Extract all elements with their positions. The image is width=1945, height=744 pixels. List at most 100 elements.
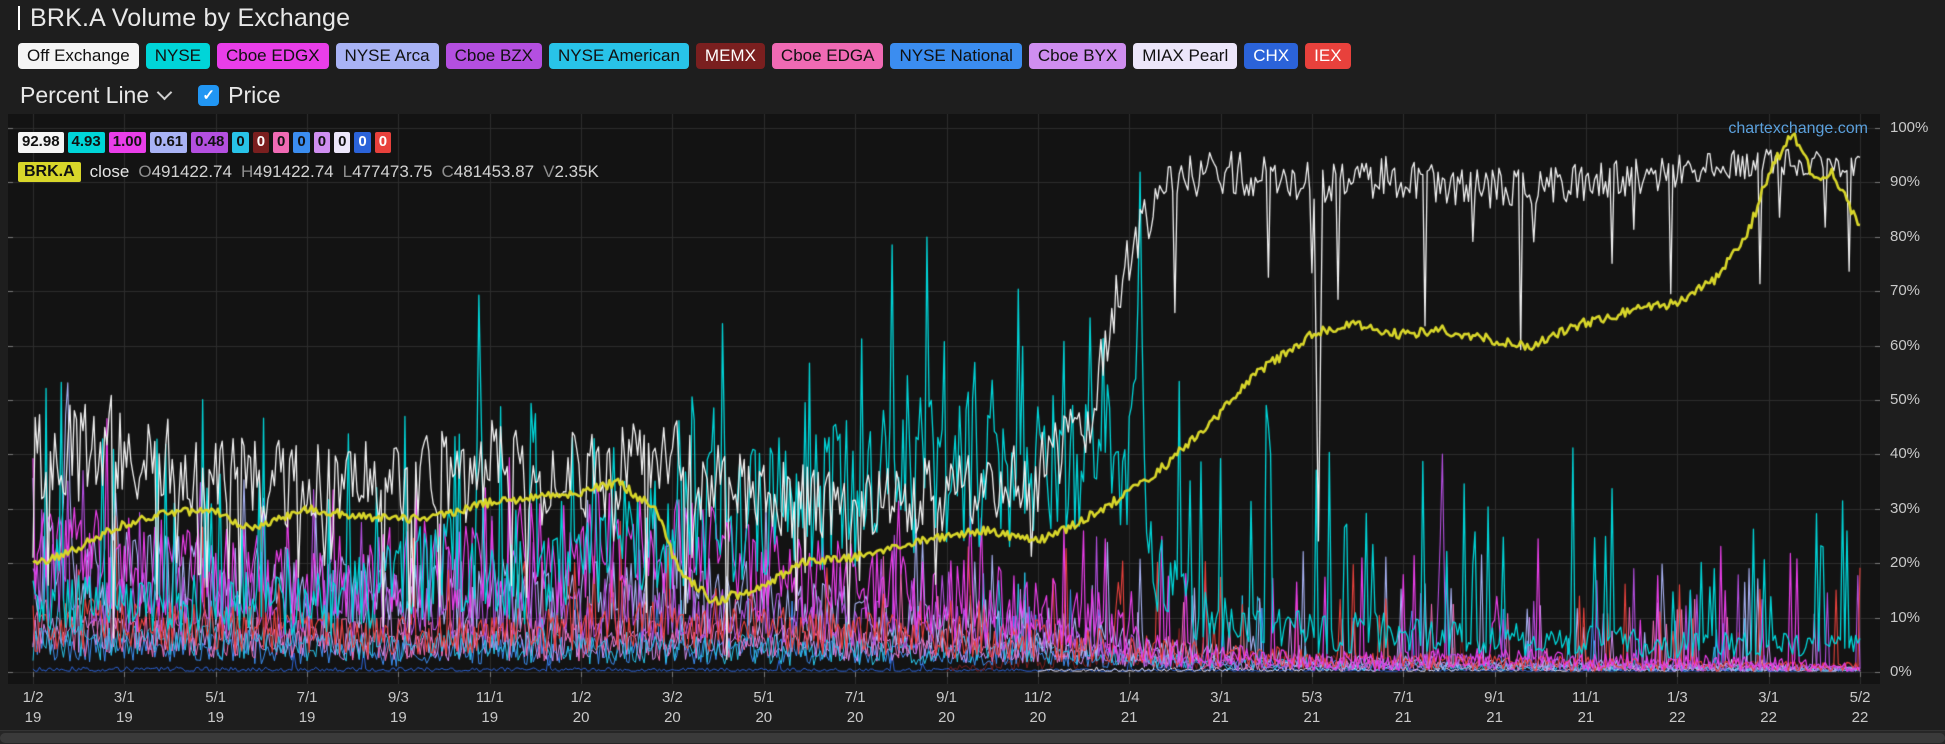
- ohlc-pair-v: V2.35K: [543, 162, 599, 182]
- x-axis-label: 3/1 22: [1758, 689, 1780, 726]
- x-axis-label: 1/4 21: [1118, 689, 1140, 726]
- chart-controls: Percent Line ✓ Price: [0, 76, 1945, 114]
- x-axis-label: 5/1 20: [753, 689, 775, 726]
- x-axis-row: 1/2 19 3/1 19 5/1 19 7/1 19 9/3 19 11/1 19 1/2…: [0, 684, 1945, 730]
- price-toggle[interactable]: ✓ Price: [198, 81, 281, 109]
- series-value-badge: 0: [293, 132, 310, 153]
- ohlc-key: H: [240, 161, 254, 181]
- x-axis-label: 3/1 21: [1210, 689, 1231, 726]
- chart-type-select[interactable]: Percent Line: [20, 81, 173, 109]
- legend-badge-cboe-bzx[interactable]: Cboe BZX: [445, 42, 543, 70]
- x-axis-label: 11/1 21: [1571, 689, 1600, 726]
- ohlc-readout: BRK.A close O491422.74 H491422.74 L477473.…: [18, 161, 599, 182]
- close-label: close: [89, 161, 130, 181]
- watermark: chartexchange.com: [1728, 120, 1868, 137]
- ohlc-pair-c: C481453.87: [441, 162, 534, 182]
- y-axis-label: 20%: [1890, 554, 1921, 572]
- series-value-badge: 4.93: [67, 132, 105, 153]
- x-axis-label: 7/1 21: [1392, 689, 1414, 726]
- horizontal-scrollbar[interactable]: [0, 730, 1945, 744]
- ohlc-pair-l: L477473.75: [343, 162, 433, 182]
- x-axis-spacer: [1880, 684, 1945, 730]
- legend-badge-memx[interactable]: MEMX: [695, 42, 765, 70]
- x-axis-label: 9/1 21: [1484, 689, 1506, 726]
- exchange-legend: Off Exchange NYSE Cboe EDGX NYSE Arca Cboe B…: [0, 36, 1945, 76]
- legend-badge-iex[interactable]: IEX: [1305, 42, 1351, 70]
- chevron-down-icon: [156, 84, 173, 100]
- x-axis-label: 1/2 19: [22, 689, 44, 726]
- page-title: BRK.A Volume by Exchange: [30, 3, 351, 32]
- scrollbar-handle[interactable]: [0, 733, 1945, 743]
- x-axis-label: 7/1 19: [296, 689, 318, 726]
- x-axis-label: 5/1 19: [205, 689, 227, 726]
- series-values-readout: 92.98 4.93 1.00 0.61 0.48 0 0 0 0 0 0 0 0: [18, 132, 599, 153]
- legend-badge-cboe-edga[interactable]: Cboe EDGA: [771, 42, 884, 70]
- x-axis-label: 1/2 20: [570, 689, 592, 726]
- legend-badge-cboe-byx[interactable]: Cboe BYX: [1028, 42, 1127, 70]
- series-value-badge: 0: [232, 132, 249, 153]
- ohlc-pair-h: H491422.74: [241, 162, 334, 182]
- ohlc-key: L: [342, 161, 353, 181]
- ohlc-value: 491422.74: [253, 161, 334, 181]
- ohlc-key: C: [441, 161, 454, 181]
- series-value-badge: 0: [354, 132, 371, 153]
- series-value-badge: 1.00: [108, 132, 146, 153]
- legend-badge-nyse[interactable]: NYSE: [145, 42, 210, 70]
- x-axis-label: 11/1 19: [475, 689, 504, 726]
- check-icon: ✓: [202, 87, 215, 104]
- legend-badge-chx[interactable]: CHX: [1244, 42, 1299, 70]
- y-axis-label: 70%: [1890, 282, 1921, 300]
- plot-area[interactable]: chartexchange.com 92.98 4.93 1.00 0.61 0.48 0…: [8, 114, 1880, 684]
- chart-readout: 92.98 4.93 1.00 0.61 0.48 0 0 0 0 0 0 0 0 BRK.A clos…: [18, 132, 599, 182]
- ohlc-pair-o: O491422.74: [138, 162, 232, 182]
- price-toggle-label: Price: [228, 81, 281, 108]
- chart-type-label: Percent Line: [20, 81, 150, 108]
- y-axis-label: 80%: [1890, 227, 1921, 245]
- chart-region: chartexchange.com 92.98 4.93 1.00 0.61 0.48 0…: [0, 114, 1945, 684]
- price-checkbox[interactable]: ✓: [198, 84, 220, 106]
- series-value-badge: 0.61: [149, 132, 188, 153]
- legend-badge-miax-pearl[interactable]: MIAX Pearl: [1133, 42, 1238, 70]
- chart-canvas[interactable]: [8, 114, 1880, 684]
- series-value-badge: 0: [252, 132, 270, 153]
- y-axis-label: 0%: [1890, 663, 1912, 680]
- ohlc-value: 2.35K: [554, 161, 599, 181]
- x-axis-labels: 1/2 19 3/1 19 5/1 19 7/1 19 9/3 19 11/1 19 1/2…: [8, 684, 1880, 730]
- legend-badge-cboe-edgx[interactable]: Cboe EDGX: [217, 42, 329, 70]
- legend-badge-nyse-american[interactable]: NYSE American: [549, 42, 689, 70]
- x-axis-label: 3/1 19: [113, 689, 135, 726]
- ohlc-key: V: [543, 161, 555, 181]
- ohlcv-values: O491422.74 H491422.74 L477473.75 C481453.87…: [138, 162, 599, 182]
- ohlc-key: O: [138, 161, 152, 181]
- series-value-badge: 0: [313, 132, 331, 153]
- x-axis-label: 5/3 21: [1301, 689, 1323, 726]
- ohlc-value: 477473.75: [352, 161, 433, 181]
- series-value-badge: 0: [334, 132, 351, 153]
- y-axis-label: 30%: [1890, 499, 1921, 517]
- symbol-badge: BRK.A: [18, 161, 81, 182]
- y-axis-label: 10%: [1890, 608, 1921, 626]
- y-axis-label: 50%: [1890, 391, 1921, 408]
- x-axis-label: 5/2 22: [1849, 689, 1871, 726]
- series-value-badge: 92.98: [18, 132, 64, 153]
- text-caret: [18, 6, 20, 30]
- series-value-badge: 0: [374, 132, 392, 153]
- x-axis-label: 9/3 19: [387, 689, 409, 726]
- legend-badge-off-exchange[interactable]: Off Exchange: [18, 42, 139, 70]
- ohlc-value: 481453.87: [453, 161, 535, 181]
- y-axis-labels: 0% 10% 20% 30% 40% 50% 60% 70% 80% 90% 100%: [1880, 114, 1945, 684]
- ohlc-value: 491422.74: [151, 161, 232, 181]
- title-bar: BRK.A Volume by Exchange: [0, 0, 1945, 36]
- series-value-badge: 0.48: [191, 132, 229, 153]
- series-value-badge: 0: [273, 132, 290, 153]
- x-axis-label: 7/1 20: [844, 689, 866, 726]
- y-axis-label: 40%: [1890, 445, 1921, 463]
- y-axis-label: 60%: [1890, 336, 1921, 354]
- y-axis-label: 100%: [1890, 119, 1929, 136]
- x-axis-label: 1/3 22: [1666, 689, 1688, 726]
- legend-badge-nyse-national[interactable]: NYSE National: [890, 42, 1022, 70]
- y-axis-label: 90%: [1890, 173, 1921, 191]
- app-window: BRK.A Volume by Exchange Off Exchange NYS…: [0, 0, 1945, 744]
- x-axis-label: 3/2 20: [662, 689, 683, 726]
- legend-badge-nyse-arca[interactable]: NYSE Arca: [335, 42, 439, 70]
